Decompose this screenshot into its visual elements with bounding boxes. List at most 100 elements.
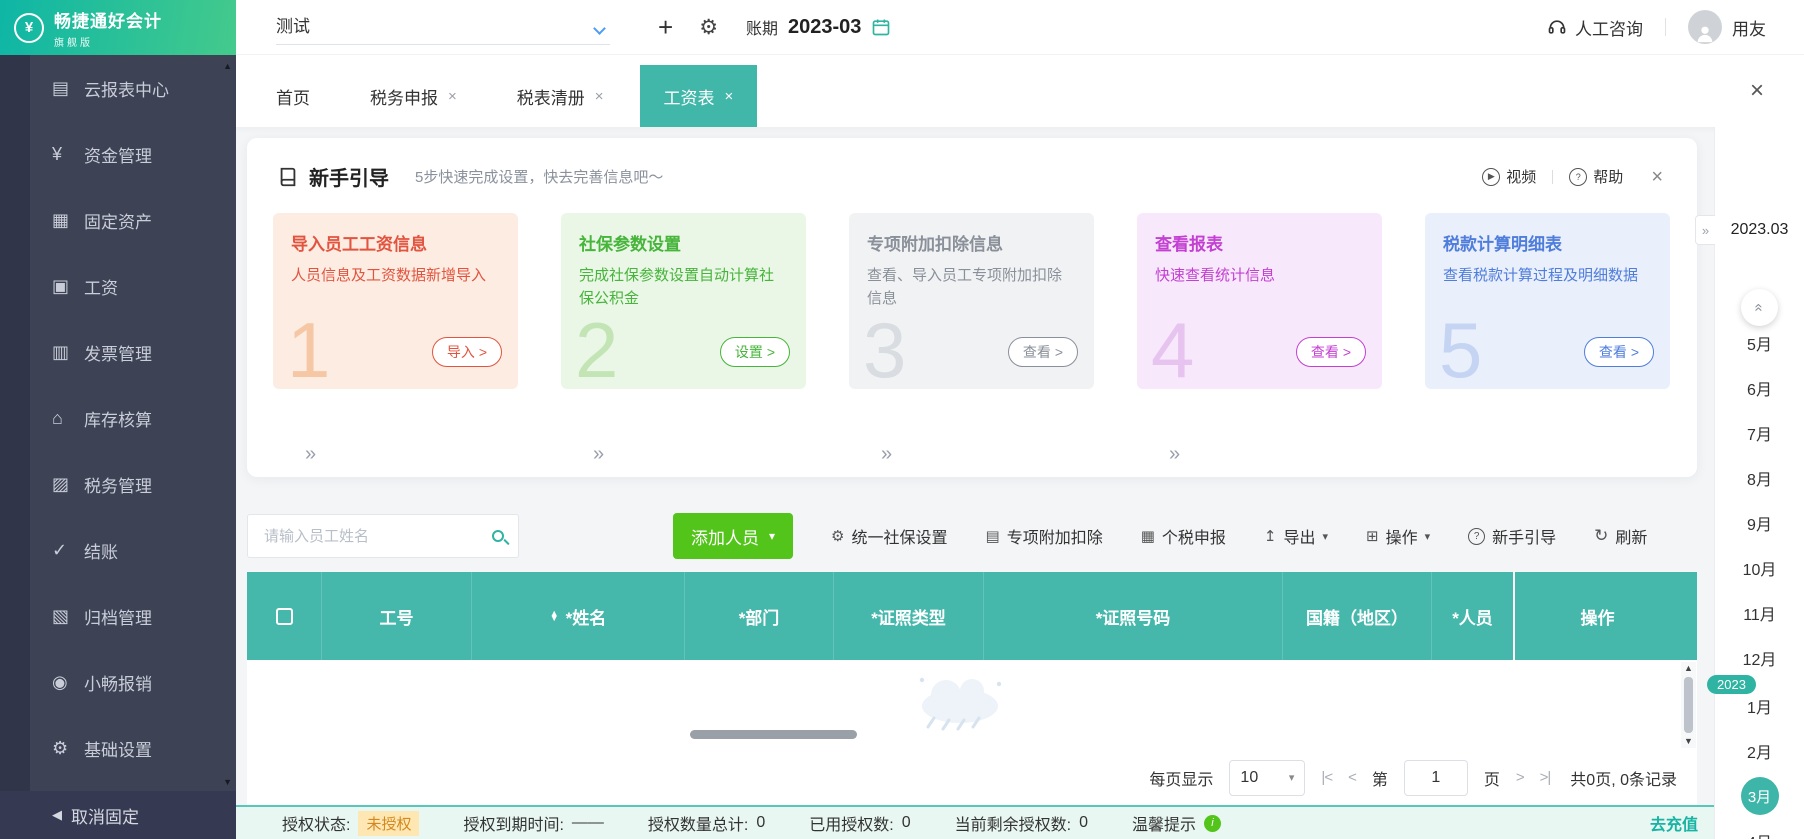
avatar[interactable] (1688, 10, 1722, 44)
warehouse-icon: ⌂ (52, 407, 63, 428)
unified-social-security-button[interactable]: ⚙ 统一社保设置 (831, 524, 947, 548)
scroll-down-icon[interactable]: ▼ (1684, 736, 1693, 747)
operations-button[interactable]: ⊞ 操作 ▾ (1366, 524, 1430, 548)
help-link[interactable]: ? 帮助 (1569, 166, 1623, 187)
sidebar-item-funds[interactable]: ¥ 资金管理 (30, 121, 236, 187)
tab-tax-filing[interactable]: 税务申报 × (346, 65, 481, 127)
month-item-10[interactable]: 10月 (1715, 549, 1804, 587)
support-label: 人工咨询 (1575, 19, 1643, 39)
close-icon[interactable]: × (595, 88, 604, 105)
view-button[interactable]: 查看 > (1583, 337, 1654, 367)
sidebar-item-tax[interactable]: ▨ 税务管理 (30, 451, 236, 517)
search-icon[interactable] (492, 530, 504, 542)
setup-button[interactable]: 设置 > (719, 337, 790, 367)
horizontal-scrollbar-thumb[interactable] (690, 730, 857, 739)
unpin-sidebar-button[interactable]: ◀ 取消固定 (0, 791, 236, 839)
month-item-11[interactable]: 11月 (1715, 594, 1804, 632)
month-item-2[interactable]: 2月 (1715, 732, 1804, 770)
username[interactable]: 用友 (1732, 15, 1766, 40)
newbie-guide-button[interactable]: ? 新手引导 (1468, 524, 1556, 548)
month-item-12[interactable]: 12月 (1715, 639, 1804, 677)
tab-home[interactable]: 首页 (252, 65, 334, 127)
sidebar-item-salary[interactable]: ▣ 工资 (30, 253, 236, 319)
sort-icon[interactable]: ▲ ▼ (550, 608, 559, 623)
expand-step-icon[interactable]: » (593, 444, 604, 464)
view-button[interactable]: 查看 > (1007, 337, 1078, 367)
auth-status: 授权状态: 未授权 (282, 810, 420, 836)
sidebar-item-inventory[interactable]: ⌂ 库存核算 (30, 385, 236, 451)
tax-stamp-icon: ▨ (52, 473, 70, 494)
month-item-5[interactable]: 5月 (1715, 324, 1804, 362)
add-person-button[interactable]: 添加人员 ▾ (673, 513, 794, 559)
import-button[interactable]: 导入 > (431, 337, 502, 367)
step-card-special-deduction[interactable]: 专项附加扣除信息 查看、导入员工专项附加扣除信息 3 查看 > (849, 213, 1094, 389)
gear-icon[interactable]: ⚙ (699, 17, 718, 38)
invoice-icon: ▥ (52, 341, 70, 362)
support-link[interactable]: 人工咨询 (1547, 15, 1643, 40)
personal-tax-filing-button[interactable]: ▦ 个税申报 (1141, 524, 1226, 548)
chevron-down-icon: ▾ (1322, 530, 1329, 543)
first-page-button[interactable]: |< (1321, 769, 1333, 786)
collapse-calendar-handle[interactable]: » (1695, 215, 1715, 245)
guide-steps: 导入员工工资信息 人员信息及工资数据新增导入 1 导入 > 社保参数设置 完成社… (247, 191, 1697, 389)
tab-tax-register[interactable]: 税表清册 × (493, 65, 628, 127)
divider (1665, 18, 1666, 36)
sidebar-item-settings[interactable]: ⚙ 基础设置 (30, 715, 236, 781)
close-icon[interactable]: × (448, 88, 457, 105)
month-item-8[interactable]: 8月 (1715, 459, 1804, 497)
sidebar-item-cloud-reports[interactable]: ▤ 云报表中心 (30, 55, 236, 121)
expand-step-icon[interactable]: » (305, 444, 316, 464)
add-account-set-button[interactable]: + (658, 14, 673, 40)
sidebar-item-closing[interactable]: ✓ 结账 (30, 517, 236, 583)
select-all-checkbox[interactable] (275, 607, 293, 625)
salary-card-icon: ▣ (52, 275, 70, 296)
close-guide-icon[interactable]: × (1651, 167, 1663, 187)
per-page-select[interactable]: 10 ▾ (1229, 759, 1306, 796)
vertical-scrollbar-thumb[interactable] (1684, 676, 1693, 734)
month-item-7[interactable]: 7月 (1715, 414, 1804, 452)
column-header-name[interactable]: ▲ ▼ *姓名 (472, 572, 685, 660)
step-card-import-salary[interactable]: 导入员工工资信息 人员信息及工资数据新增导入 1 导入 > (273, 213, 518, 389)
last-page-button[interactable]: >| (1540, 769, 1552, 786)
sidebar-item-label: 结账 (84, 542, 118, 562)
month-item-4[interactable]: 4月 (1715, 822, 1804, 839)
calendar-icon[interactable] (871, 17, 891, 37)
info-icon[interactable]: i (1204, 814, 1222, 832)
funds-icon: ¥ (52, 143, 63, 164)
prev-page-button[interactable]: < (1348, 769, 1357, 786)
step-card-view-reports[interactable]: 查看报表 快速查看统计信息 4 查看 > (1137, 213, 1382, 389)
month-item-3-active[interactable]: 3月 (1715, 777, 1804, 815)
sidebar-item-archive[interactable]: ▧ 归档管理 (30, 583, 236, 649)
view-button[interactable]: 查看 > (1295, 337, 1366, 367)
expand-step-icon[interactable]: » (881, 444, 892, 464)
month-item-9[interactable]: 9月 (1715, 504, 1804, 542)
scroll-to-top-button[interactable]: « (1741, 289, 1778, 326)
page-number-input[interactable] (1403, 759, 1468, 796)
sidebar-item-label: 固定资产 (84, 212, 152, 232)
close-panel-button[interactable]: × (1750, 79, 1764, 103)
search-input[interactable] (262, 526, 492, 546)
sidebar-item-fixed-assets[interactable]: ▦ 固定资产 (30, 187, 236, 253)
step-number: 4 (1151, 306, 1195, 389)
period-value[interactable]: 2023-03 (788, 16, 861, 39)
video-link[interactable]: ▶ 视频 (1482, 166, 1536, 187)
refresh-button[interactable]: ↻ 刷新 (1594, 524, 1647, 548)
tab-label: 工资表 (663, 88, 715, 108)
sidebar-item-invoices[interactable]: ▥ 发票管理 (30, 319, 236, 385)
sidebar-item-reimburse[interactable]: ◉ 小畅报销 (30, 649, 236, 715)
tab-salary-table[interactable]: 工资表 × (639, 65, 758, 127)
special-deduction-button[interactable]: ▤ 专项附加扣除 (986, 524, 1103, 548)
app-title: 畅捷通好会计 (54, 11, 162, 31)
company-select[interactable]: 测试 (276, 9, 610, 45)
expand-step-icon[interactable]: » (1169, 444, 1180, 464)
scroll-up-icon[interactable]: ▲ (1684, 663, 1693, 674)
step-card-social-params[interactable]: 社保参数设置 完成社保参数设置自动计算社保公积金 2 设置 > (561, 213, 806, 389)
header-checkbox-cell (247, 572, 322, 660)
export-button[interactable]: ↥ 导出 ▾ (1264, 524, 1328, 548)
recharge-link[interactable]: 去充值 (1650, 811, 1698, 835)
month-item-1[interactable]: 1月 (1715, 687, 1804, 725)
close-icon[interactable]: × (725, 88, 734, 105)
step-card-tax-detail[interactable]: 税款计算明细表 查看税款计算过程及明细数据 5 查看 > (1425, 213, 1670, 389)
month-item-6[interactable]: 6月 (1715, 369, 1804, 407)
next-page-button[interactable]: > (1516, 769, 1525, 786)
